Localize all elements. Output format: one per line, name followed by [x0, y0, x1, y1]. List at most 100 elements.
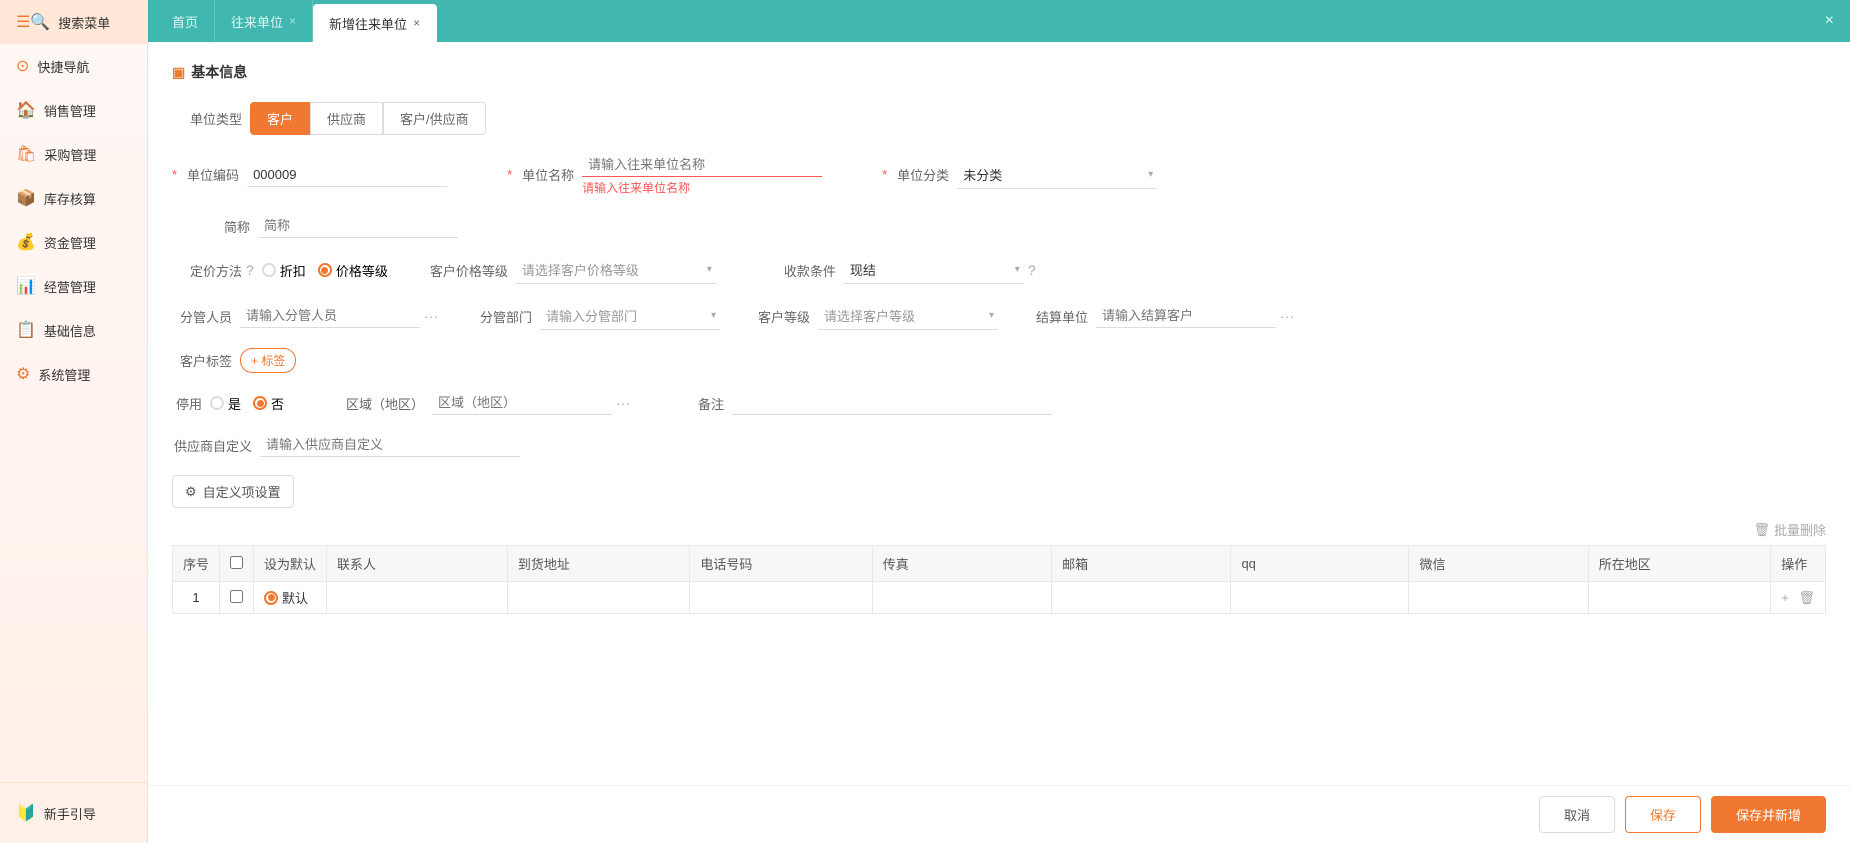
row-region-input[interactable] — [1599, 590, 1760, 605]
row-wechat-input[interactable] — [1419, 590, 1577, 605]
cust-level-chevron-icon: ▾ — [989, 310, 994, 321]
row-email[interactable] — [1052, 582, 1231, 614]
purchase-icon: 🛍 — [16, 144, 36, 164]
unit-name-input[interactable] — [582, 153, 822, 177]
row-fax-input[interactable] — [883, 590, 1041, 605]
abbreviation-row: 简称 — [172, 214, 1826, 238]
unit-type-supplier-btn[interactable]: 供应商 — [310, 102, 383, 135]
unit-category-dropdown[interactable]: 未分类 ▾ — [957, 161, 1157, 189]
pricing-level-radio[interactable]: 价格等级 — [318, 261, 388, 280]
unit-name-error: 请输入往来单位名称 — [582, 179, 822, 196]
row-phone[interactable] — [690, 582, 872, 614]
region-input[interactable] — [432, 391, 612, 415]
custom-settings-button[interactable]: ⚙ 自定义项设置 — [172, 475, 294, 508]
settlement-input[interactable] — [1096, 304, 1276, 328]
cust-level-label: 客户等级 — [750, 307, 810, 326]
level-radio-outer — [318, 263, 332, 277]
payment-dropdown[interactable]: 现结 ▾ — [844, 256, 1024, 284]
sidebar-item-sales[interactable]: 🏠 销售管理 — [0, 88, 147, 132]
row-default-radio[interactable]: 默认 — [264, 588, 316, 607]
payment-chevron-icon: ▾ — [1015, 264, 1020, 275]
sales-icon: 🏠 — [16, 100, 36, 120]
discount-label: 折扣 — [280, 261, 306, 280]
row-fax[interactable] — [872, 582, 1051, 614]
unit-code-label: 单位编码 — [179, 165, 239, 184]
row-qq-input[interactable] — [1241, 590, 1398, 605]
col-qq: qq — [1231, 546, 1409, 582]
settlement-label: 结算单位 — [1028, 307, 1088, 326]
batch-delete-icon: 🗑 — [1753, 522, 1770, 538]
gear-icon: ⚙ — [185, 484, 197, 500]
sidebar-item-finance[interactable]: 💰 资金管理 — [0, 220, 147, 264]
dept-dropdown[interactable]: 请输入分管部门 ▾ — [540, 302, 720, 330]
sidebar-item-inventory[interactable]: 📦 库存核算 — [0, 176, 147, 220]
row-checkbox[interactable] — [230, 590, 243, 603]
select-all-checkbox[interactable] — [230, 556, 243, 569]
tab-new-partner[interactable]: 新增往来单位 × — [313, 4, 437, 42]
row-check[interactable] — [220, 582, 254, 614]
row-phone-input[interactable] — [700, 590, 861, 605]
supplier-custom-input[interactable] — [260, 433, 520, 457]
cust-level-dropdown[interactable]: 请选择客户等级 ▾ — [818, 302, 998, 330]
manager-row: 分管人员 ··· 分管部门 请输入分管部门 ▾ 客户等级 请选择客户等级 ▾ — [172, 302, 1826, 330]
row-region[interactable] — [1588, 582, 1770, 614]
close-all-tabs-button[interactable]: × — [1817, 12, 1842, 30]
add-tag-button[interactable]: + 标签 — [240, 348, 296, 373]
row-delete-icon[interactable]: 🗑 — [1798, 590, 1815, 605]
abbreviation-input[interactable] — [258, 214, 458, 238]
save-button[interactable]: 保存 — [1625, 796, 1701, 833]
row-email-input[interactable] — [1062, 590, 1220, 605]
row-address[interactable] — [507, 582, 689, 614]
tab-close-partners[interactable]: × — [289, 14, 296, 28]
unit-type-customer-btn[interactable]: 客户 — [250, 102, 310, 135]
payment-help-icon[interactable]: ? — [1028, 262, 1036, 278]
pricing-help-icon[interactable]: ? — [246, 262, 254, 278]
sidebar-item-system[interactable]: ⚙ 系统管理 — [0, 352, 147, 396]
pricing-discount-radio[interactable]: 折扣 — [262, 261, 306, 280]
row-contact-input[interactable] — [337, 590, 497, 605]
sidebar-item-purchase[interactable]: 🛍 采购管理 — [0, 132, 147, 176]
disabled-no-radio[interactable]: 否 — [253, 394, 284, 413]
section-title: 基本信息 — [191, 62, 247, 82]
remark-input[interactable] — [732, 391, 1052, 415]
disabled-yes-radio[interactable]: 是 — [210, 394, 241, 413]
region-more-icon[interactable]: ··· — [612, 395, 634, 411]
settlement-more-icon[interactable]: ··· — [1276, 308, 1298, 324]
row-address-input[interactable] — [518, 590, 679, 605]
col-region: 所在地区 — [1588, 546, 1770, 582]
finance-icon: 💰 — [16, 232, 36, 252]
tab-close-new-partner[interactable]: × — [413, 16, 420, 30]
sidebar-item-quick-nav[interactable]: ⊙ 快捷导航 — [0, 44, 147, 88]
search-icon: ☰🔍 — [16, 12, 50, 32]
manager-input[interactable] — [240, 304, 420, 328]
sidebar-item-guide[interactable]: 🔰 新手引导 — [0, 791, 147, 835]
row-contact[interactable] — [327, 582, 508, 614]
sidebar-item-search[interactable]: ☰🔍 搜索菜单 — [0, 0, 147, 44]
operations-icon: 📊 — [16, 276, 36, 296]
code-name-category-row: * 单位编码 * 单位名称 请输入往来单位名称 * 单位分类 — [172, 153, 1826, 196]
unit-type-both-btn[interactable]: 客户/供应商 — [383, 102, 486, 135]
save-and-new-button[interactable]: 保存并新增 — [1711, 796, 1826, 833]
tab-home[interactable]: 首页 — [156, 0, 215, 42]
cancel-button[interactable]: 取消 — [1539, 796, 1615, 833]
yes-radio-outer — [210, 396, 224, 410]
base-info-icon: 📋 — [16, 320, 36, 340]
pricing-row: 定价方法 ? 折扣 价格等级 客户价格等级 请选择客户价格等级 — [172, 256, 1826, 284]
row-default-label: 默认 — [282, 588, 308, 607]
tab-partners[interactable]: 往来单位 × — [215, 0, 313, 42]
sidebar-item-base-info[interactable]: 📋 基础信息 — [0, 308, 147, 352]
sidebar-item-operations[interactable]: 📊 经营管理 — [0, 264, 147, 308]
unit-type-row: 单位类型 客户 供应商 客户/供应商 — [172, 102, 1826, 135]
row-add-icon[interactable]: + — [1781, 590, 1789, 605]
chevron-down-icon: ▾ — [1148, 169, 1153, 180]
unit-code-input[interactable] — [247, 163, 447, 187]
cpl-chevron-icon: ▾ — [707, 264, 712, 275]
batch-delete-button[interactable]: 🗑 批量删除 — [172, 520, 1826, 539]
cpl-dropdown[interactable]: 请选择客户价格等级 ▾ — [516, 256, 716, 284]
manager-more-icon[interactable]: ··· — [420, 308, 442, 324]
col-fax: 传真 — [872, 546, 1051, 582]
sidebar: ☰🔍 搜索菜单 ⊙ 快捷导航 🏠 销售管理 🛍 采购管理 📦 库存核算 💰 资金… — [0, 0, 148, 843]
section-icon: ▣ — [172, 64, 185, 81]
row-qq[interactable] — [1231, 582, 1409, 614]
row-wechat[interactable] — [1409, 582, 1588, 614]
